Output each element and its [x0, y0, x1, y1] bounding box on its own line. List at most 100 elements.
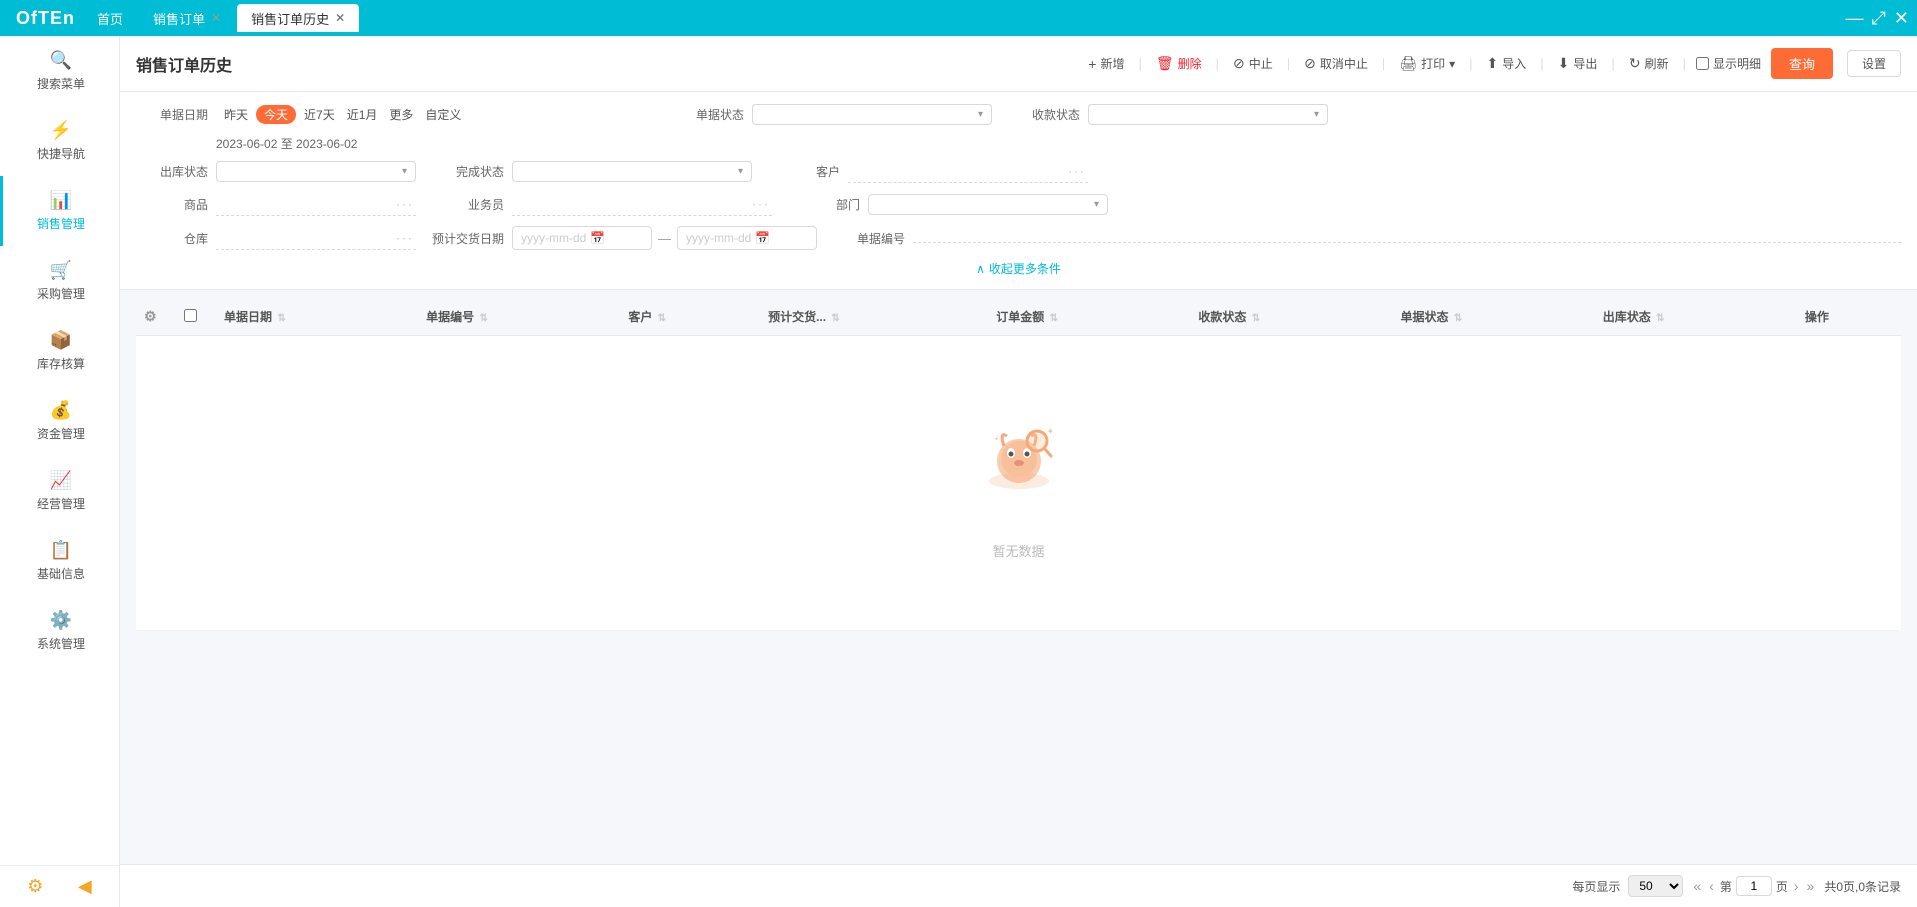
expected-delivery-label: 预计交货日期	[432, 230, 512, 247]
tab-sales-order-history[interactable]: 销售订单历史 ✕	[237, 4, 359, 32]
sidebar-item-system-mgmt[interactable]: ⚙️ 系统管理	[0, 596, 119, 666]
page-number-input[interactable]	[1736, 876, 1772, 896]
display-toggle-checkbox[interactable]	[1696, 57, 1709, 70]
first-page-button[interactable]: «	[1691, 876, 1703, 896]
warehouse-dots: ···	[396, 231, 414, 245]
col-bill-status-label: 单据状态	[1401, 310, 1449, 324]
top-bar: OfTEn 首页 销售订单 ✕ 销售订单历史 ✕ — ⤢ ✕	[0, 0, 1917, 36]
sep3: |	[1287, 56, 1290, 71]
top-bar-tabs: 首页 销售订单 ✕ 销售订单历史 ✕	[83, 4, 1846, 32]
collapse-bar[interactable]: ∧ 收起更多条件	[136, 260, 1901, 277]
page-size-select[interactable]: 50 10 20 100	[1628, 875, 1683, 897]
content-area: 销售订单历史 + 新增 | 🗑 删除 | ⊘ 中止 | ⊘	[120, 36, 1917, 907]
sidebar-item-basic-info[interactable]: 📋 基础信息	[0, 526, 119, 596]
col-bill-status-sort[interactable]: ⇅	[1454, 313, 1462, 324]
window-close-icon[interactable]: ✕	[1894, 8, 1909, 29]
stop-button[interactable]: ⊘ 中止	[1229, 53, 1277, 74]
filter-row-1: 单据日期 昨天 今天 近7天 近1月 更多 自定义 单据状态 ▾	[136, 104, 1901, 125]
complete-status-select[interactable]: ▾	[512, 161, 752, 182]
delete-button[interactable]: 🗑 删除	[1152, 53, 1206, 74]
refresh-button[interactable]: ↻ 刷新	[1625, 53, 1673, 74]
sep2: |	[1216, 56, 1219, 71]
stop-label: 中止	[1249, 55, 1273, 72]
window-expand-icon[interactable]: ⤢	[1872, 8, 1886, 29]
tab-sales-order[interactable]: 销售订单 ✕	[139, 4, 235, 32]
last-page-button[interactable]: »	[1805, 876, 1817, 896]
receipt-status-select[interactable]: ▾	[1088, 104, 1328, 125]
col-customer-sort[interactable]: ⇅	[658, 313, 666, 324]
sidebar-item-inventory[interactable]: 📦 库存核算	[0, 316, 119, 386]
sep7: |	[1611, 56, 1614, 71]
next-page-button[interactable]: ›	[1792, 876, 1801, 896]
sidebar-bottom: ⚙ ◀	[0, 865, 119, 907]
sidebar-settings-icon[interactable]: ⚙	[27, 876, 43, 897]
tab-sales-order-history-close[interactable]: ✕	[335, 11, 345, 25]
print-button[interactable]: 🖨 打印 ▾	[1395, 53, 1459, 74]
department-select[interactable]: ▾	[868, 194, 1108, 215]
date-more-btn[interactable]: 更多	[385, 105, 417, 124]
prev-page-button[interactable]: ‹	[1707, 876, 1716, 896]
salesperson-field[interactable]: ···	[512, 193, 772, 216]
col-bill-number-sort[interactable]: ⇅	[480, 313, 488, 324]
refresh-label: 刷新	[1645, 55, 1669, 72]
cancel-stop-button[interactable]: ⊘ 取消中止	[1300, 53, 1372, 74]
filter-row-2: 出库状态 ▾ 完成状态 ▾ 客户 ···	[136, 160, 1901, 183]
product-field[interactable]: ···	[216, 193, 416, 216]
sidebar-item-purchase-mgmt[interactable]: 🛒 采购管理	[0, 246, 119, 316]
date-from-input[interactable]: yyyy-mm-dd 📅	[512, 226, 652, 250]
col-stock-out-status-sort[interactable]: ⇅	[1656, 313, 1664, 324]
col-bill-date-sort[interactable]: ⇅	[277, 313, 285, 324]
customer-field[interactable]: ···	[848, 160, 1088, 183]
main-layout: 🔍 搜索菜单 ⚡ 快捷导航 📊 销售管理 🛒 采购管理 📦 库存核算 💰 资金管…	[0, 36, 1917, 907]
logo-text: OfTEn	[16, 8, 75, 29]
select-all-checkbox[interactable]	[184, 309, 197, 322]
bill-status-select[interactable]: ▾	[752, 104, 992, 125]
purchase-mgmt-icon: 🛒	[50, 260, 72, 281]
warehouse-field[interactable]: ···	[216, 227, 416, 250]
salesperson-label: 业务员	[432, 196, 512, 213]
tab-home[interactable]: 首页	[83, 4, 137, 32]
date-range-display: 2023-06-02 至 2023-06-02	[136, 135, 1901, 152]
export-button[interactable]: ⬇ 导出	[1554, 53, 1602, 74]
bill-number-field[interactable]	[913, 234, 1901, 243]
stock-out-select[interactable]: ▾	[216, 161, 416, 182]
date-today-btn[interactable]: 今天	[256, 105, 296, 124]
date-7days-btn[interactable]: 近7天	[300, 105, 339, 124]
total-records: 共0页,0条记录	[1824, 878, 1901, 895]
delete-icon: 🗑	[1156, 55, 1174, 72]
sidebar-item-capital-mgmt[interactable]: 💰 资金管理	[0, 386, 119, 456]
print-dropdown-icon[interactable]: ▾	[1449, 57, 1455, 71]
query-button[interactable]: 查询	[1771, 48, 1833, 79]
calendar-from-icon: 📅	[590, 231, 605, 245]
customer-label: 客户	[768, 163, 848, 180]
date-custom-btn[interactable]: 自定义	[421, 105, 465, 124]
col-order-amount-sort[interactable]: ⇅	[1050, 313, 1058, 324]
sidebar-item-sales-mgmt[interactable]: 📊 销售管理	[0, 176, 119, 246]
sidebar-item-operations[interactable]: 📈 经营管理	[0, 456, 119, 526]
settings-button[interactable]: 设置	[1847, 50, 1901, 77]
sidebar-item-basic-info-label: 基础信息	[37, 565, 85, 582]
stop-icon: ⊘	[1233, 55, 1245, 72]
date-1month-btn[interactable]: 近1月	[343, 105, 382, 124]
sep8: |	[1683, 56, 1686, 71]
import-button[interactable]: ⬆ 导入	[1483, 53, 1531, 74]
table-settings-gear[interactable]: ⚙	[144, 308, 157, 324]
page-label-2: 页	[1776, 878, 1788, 895]
sidebar-item-quick-nav[interactable]: ⚡ 快捷导航	[0, 106, 119, 176]
date-yesterday-btn[interactable]: 昨天	[220, 105, 252, 124]
header-actions: + 新增 | 🗑 删除 | ⊘ 中止 | ⊘ 取消中止 |	[1084, 48, 1901, 79]
export-label: 导出	[1573, 55, 1597, 72]
new-button[interactable]: + 新增	[1084, 53, 1128, 74]
sidebar-collapse-icon[interactable]: ◀	[78, 876, 92, 897]
col-receipt-status-sort[interactable]: ⇅	[1252, 313, 1260, 324]
tab-sales-order-label: 销售订单	[153, 9, 205, 28]
tab-sales-order-close[interactable]: ✕	[211, 11, 221, 25]
page-title: 销售订单历史	[136, 52, 232, 76]
sidebar-item-search-menu[interactable]: 🔍 搜索菜单	[0, 36, 119, 106]
sidebar: 🔍 搜索菜单 ⚡ 快捷导航 📊 销售管理 🛒 采购管理 📦 库存核算 💰 资金管…	[0, 36, 120, 907]
window-minimize-icon[interactable]: —	[1846, 8, 1864, 29]
col-expected-delivery-sort[interactable]: ⇅	[831, 313, 839, 324]
filter-row-3: 商品 ··· 业务员 ··· 部门 ▾	[136, 193, 1901, 216]
date-to-input[interactable]: yyyy-mm-dd 📅	[677, 226, 817, 250]
bill-status-chevron: ▾	[978, 109, 983, 120]
